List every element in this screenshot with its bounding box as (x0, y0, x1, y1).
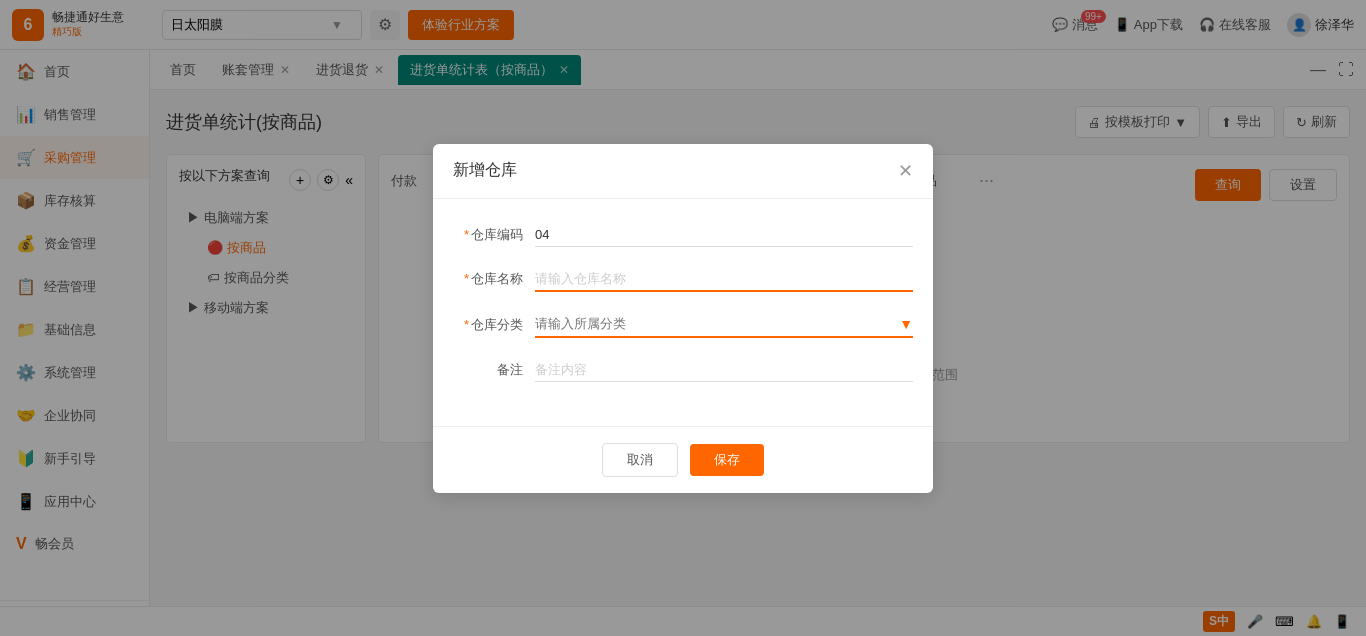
form-row-notes: 备注 (453, 358, 913, 382)
cancel-button[interactable]: 取消 (602, 443, 678, 477)
save-button[interactable]: 保存 (690, 444, 764, 476)
form-row-code: 仓库编码 (453, 223, 913, 247)
modal-footer: 取消 保存 (433, 426, 933, 493)
form-row-category: 仓库分类 ▼ (453, 312, 913, 338)
warehouse-category-input[interactable] (535, 316, 899, 331)
modal-new-warehouse: 新增仓库 ✕ 仓库编码 仓库名称 仓库分类 ▼ (433, 144, 933, 493)
warehouse-notes-input[interactable] (535, 358, 913, 382)
warehouse-name-input[interactable] (535, 267, 913, 292)
form-label-category: 仓库分类 (453, 316, 523, 334)
warehouse-category-wrap[interactable]: ▼ (535, 312, 913, 338)
warehouse-code-input[interactable] (535, 223, 913, 247)
form-label-code: 仓库编码 (453, 226, 523, 244)
modal-overlay[interactable]: 新增仓库 ✕ 仓库编码 仓库名称 仓库分类 ▼ (0, 0, 1366, 636)
modal-body: 仓库编码 仓库名称 仓库分类 ▼ 备注 (433, 199, 933, 426)
category-dropdown-icon[interactable]: ▼ (899, 316, 913, 332)
form-label-name: 仓库名称 (453, 270, 523, 288)
modal-close-btn[interactable]: ✕ (898, 160, 913, 182)
form-row-name: 仓库名称 (453, 267, 913, 292)
modal-header: 新增仓库 ✕ (433, 144, 933, 199)
modal-title: 新增仓库 (453, 160, 517, 181)
form-label-notes: 备注 (453, 361, 523, 379)
